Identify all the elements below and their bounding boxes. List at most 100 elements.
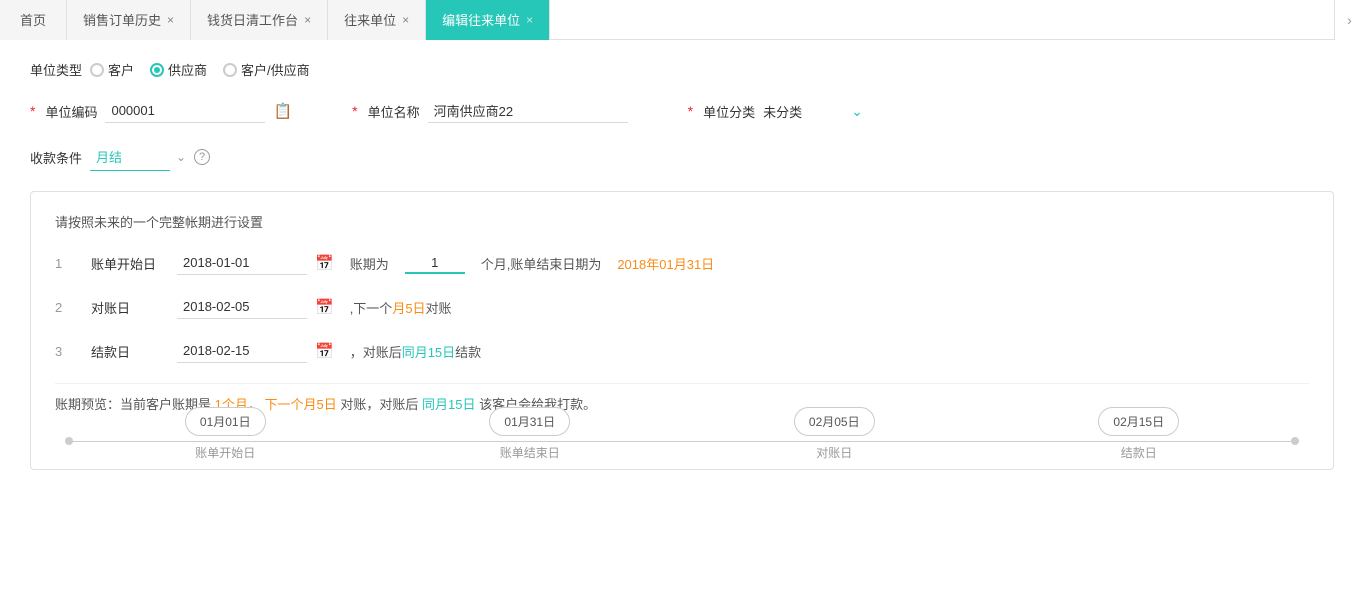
timeline-label-1: 账单开始日	[195, 444, 255, 461]
tab-home[interactable]: 首页	[0, 0, 67, 40]
code-required-star: *	[30, 103, 35, 119]
payment-terms-help-icon[interactable]: ?	[194, 149, 210, 165]
radio-both-circle	[223, 63, 237, 77]
radio-both[interactable]: 客户/供应商	[223, 60, 310, 79]
tab-cash-work-label: 钱货日清工作台	[207, 10, 298, 29]
payment-desc: ，对账后同月15日结款	[350, 342, 482, 361]
timeline-label-2: 账单结束日	[500, 444, 560, 461]
radio-customer[interactable]: 客户	[90, 60, 134, 79]
timeline-left-dot	[65, 437, 73, 445]
row-2-number: 2	[55, 300, 75, 315]
timeline-badge-4: 02月15日	[1098, 407, 1179, 436]
unit-type-row: 单位类型 客户 供应商 客户/供应商	[30, 60, 1334, 79]
timeline-badge-2: 01月31日	[489, 407, 570, 436]
timeline-node-2: 01月31日 账单结束日	[489, 407, 570, 461]
reconcile-date-value: 📅	[177, 295, 334, 319]
payment-terms-label: 收款条件	[30, 148, 82, 167]
preview-text-2: 对账，对账后	[340, 397, 418, 412]
preview-payment-day: 同月15日	[422, 397, 475, 412]
close-sales-history-icon[interactable]: ×	[167, 13, 174, 27]
start-date-input[interactable]	[177, 251, 307, 275]
radio-both-label: 客户/供应商	[241, 60, 310, 79]
timeline-nodes: 01月01日 账单开始日 01月31日 账单结束日 02月05日 对账日 0	[73, 421, 1291, 461]
payment-date-value: 📅	[177, 339, 334, 363]
tab-cash-work[interactable]: 钱货日清工作台 ×	[191, 0, 328, 40]
period-value-input[interactable]	[405, 253, 465, 274]
name-required-star: *	[352, 103, 357, 119]
radio-supplier-label: 供应商	[168, 60, 207, 79]
preview-section: 账期预览：当前客户账期是 1个月， 下一个月5日 对账，对账后 同月15日 该客…	[55, 383, 1309, 445]
timeline-badge-3: 02月05日	[794, 407, 875, 436]
payment-terms-arrow-icon: ⌄	[176, 150, 186, 164]
unit-category-value: 未分类	[763, 102, 843, 121]
unit-category-label: 单位分类	[703, 102, 755, 121]
close-edit-partner-icon[interactable]: ×	[526, 13, 533, 27]
unit-code-input[interactable]	[105, 99, 265, 123]
payment-terms-row: 收款条件 月结 ⌄ ?	[30, 143, 1334, 171]
payment-highlight: 同月15日	[402, 345, 455, 360]
tab-more-button[interactable]: ›	[1334, 0, 1364, 40]
start-date-label: 账单开始日	[91, 254, 161, 273]
basic-info-row: * 单位编码 📋 * 单位名称 * 单位分类 未分类 ⌄	[30, 99, 1334, 123]
main-content: 单位类型 客户 供应商 客户/供应商 * 单位编码	[0, 40, 1364, 608]
timeline: 01月01日 账单开始日 01月31日 账单结束日 02月05日 对账日 0	[65, 437, 1299, 445]
tab-home-label: 首页	[20, 10, 46, 29]
row-3-number: 3	[55, 344, 75, 359]
start-date-value: 📅	[177, 251, 334, 275]
timeline-right-dot	[1291, 437, 1299, 445]
reconcile-date-calendar-icon[interactable]: 📅	[315, 298, 334, 316]
tab-sales-history-label: 销售订单历史	[83, 10, 161, 29]
category-dropdown-icon[interactable]: ⌄	[851, 103, 863, 120]
payment-date-input[interactable]	[177, 339, 307, 363]
tab-bar: 首页 销售订单历史 × 钱货日清工作台 × 往来单位 × 编辑往来单位 × ›	[0, 0, 1364, 40]
reconcile-date-input[interactable]	[177, 295, 307, 319]
unit-category-group: * 单位分类 未分类 ⌄	[688, 102, 863, 121]
unit-type-label: 单位类型	[30, 60, 82, 79]
timeline-label-4: 结款日	[1121, 444, 1157, 461]
start-date-row: 1 账单开始日 📅 账期为 个月,账单结束日期为 2018年01月31日	[55, 251, 1309, 275]
radio-group: 客户 供应商 客户/供应商	[90, 60, 310, 79]
tab-edit-partner[interactable]: 编辑往来单位 ×	[426, 0, 550, 40]
tab-partner-label: 往来单位	[344, 10, 396, 29]
card-instruction: 请按照未来的一个完整帐期进行设置	[55, 212, 1309, 231]
period-settings-card: 请按照未来的一个完整帐期进行设置 1 账单开始日 📅 账期为 个月,账单结束日期…	[30, 191, 1334, 470]
period-unit-text: 个月,账单结束日期为	[481, 254, 602, 273]
unit-code-label: 单位编码	[45, 102, 97, 121]
unit-name-label: 单位名称	[368, 102, 420, 121]
reconcile-date-row: 2 对账日 📅 ,下一个月5日对账	[55, 295, 1309, 319]
unit-code-group: * 单位编码 📋	[30, 99, 292, 123]
row-1-number: 1	[55, 256, 75, 271]
radio-customer-label: 客户	[108, 60, 134, 79]
payment-terms-dropdown[interactable]: 月结 ⌄	[90, 143, 186, 171]
timeline-label-3: 对账日	[816, 444, 852, 461]
timeline-line: 01月01日 账单开始日 01月31日 账单结束日 02月05日 对账日 0	[73, 441, 1291, 442]
payment-date-row: 3 结款日 📅 ，对账后同月15日结款	[55, 339, 1309, 363]
preview-reconcile-day: 下一个月5日	[265, 397, 337, 412]
timeline-node-4: 02月15日 结款日	[1098, 407, 1179, 461]
tab-partner[interactable]: 往来单位 ×	[328, 0, 426, 40]
payment-date-label: 结款日	[91, 342, 161, 361]
start-date-calendar-icon[interactable]: 📅	[315, 254, 334, 272]
close-cash-work-icon[interactable]: ×	[304, 13, 311, 27]
reconcile-highlight: 月5日	[392, 301, 425, 316]
payment-terms-group: 收款条件 月结 ⌄ ?	[30, 143, 210, 171]
period-label: 账期为	[350, 254, 389, 273]
timeline-node-1: 01月01日 账单开始日	[185, 407, 266, 461]
unit-type-group: 单位类型 客户 供应商 客户/供应商	[30, 60, 310, 79]
tab-edit-partner-label: 编辑往来单位	[442, 10, 520, 29]
period-end-date: 2018年01月31日	[617, 254, 714, 273]
payment-terms-value: 月结	[90, 143, 170, 171]
radio-supplier-circle	[150, 63, 164, 77]
tab-sales-history[interactable]: 销售订单历史 ×	[67, 0, 191, 40]
radio-customer-circle	[90, 63, 104, 77]
radio-supplier[interactable]: 供应商	[150, 60, 207, 79]
close-partner-icon[interactable]: ×	[402, 13, 409, 27]
unit-name-group: * 单位名称	[352, 99, 627, 123]
unit-name-input[interactable]	[428, 99, 628, 123]
timeline-badge-1: 01月01日	[185, 407, 266, 436]
timeline-node-3: 02月05日 对账日	[794, 407, 875, 461]
reconcile-date-label: 对账日	[91, 298, 161, 317]
code-copy-icon[interactable]: 📋	[273, 102, 292, 120]
payment-date-calendar-icon[interactable]: 📅	[315, 342, 334, 360]
category-required-star: *	[688, 103, 693, 119]
